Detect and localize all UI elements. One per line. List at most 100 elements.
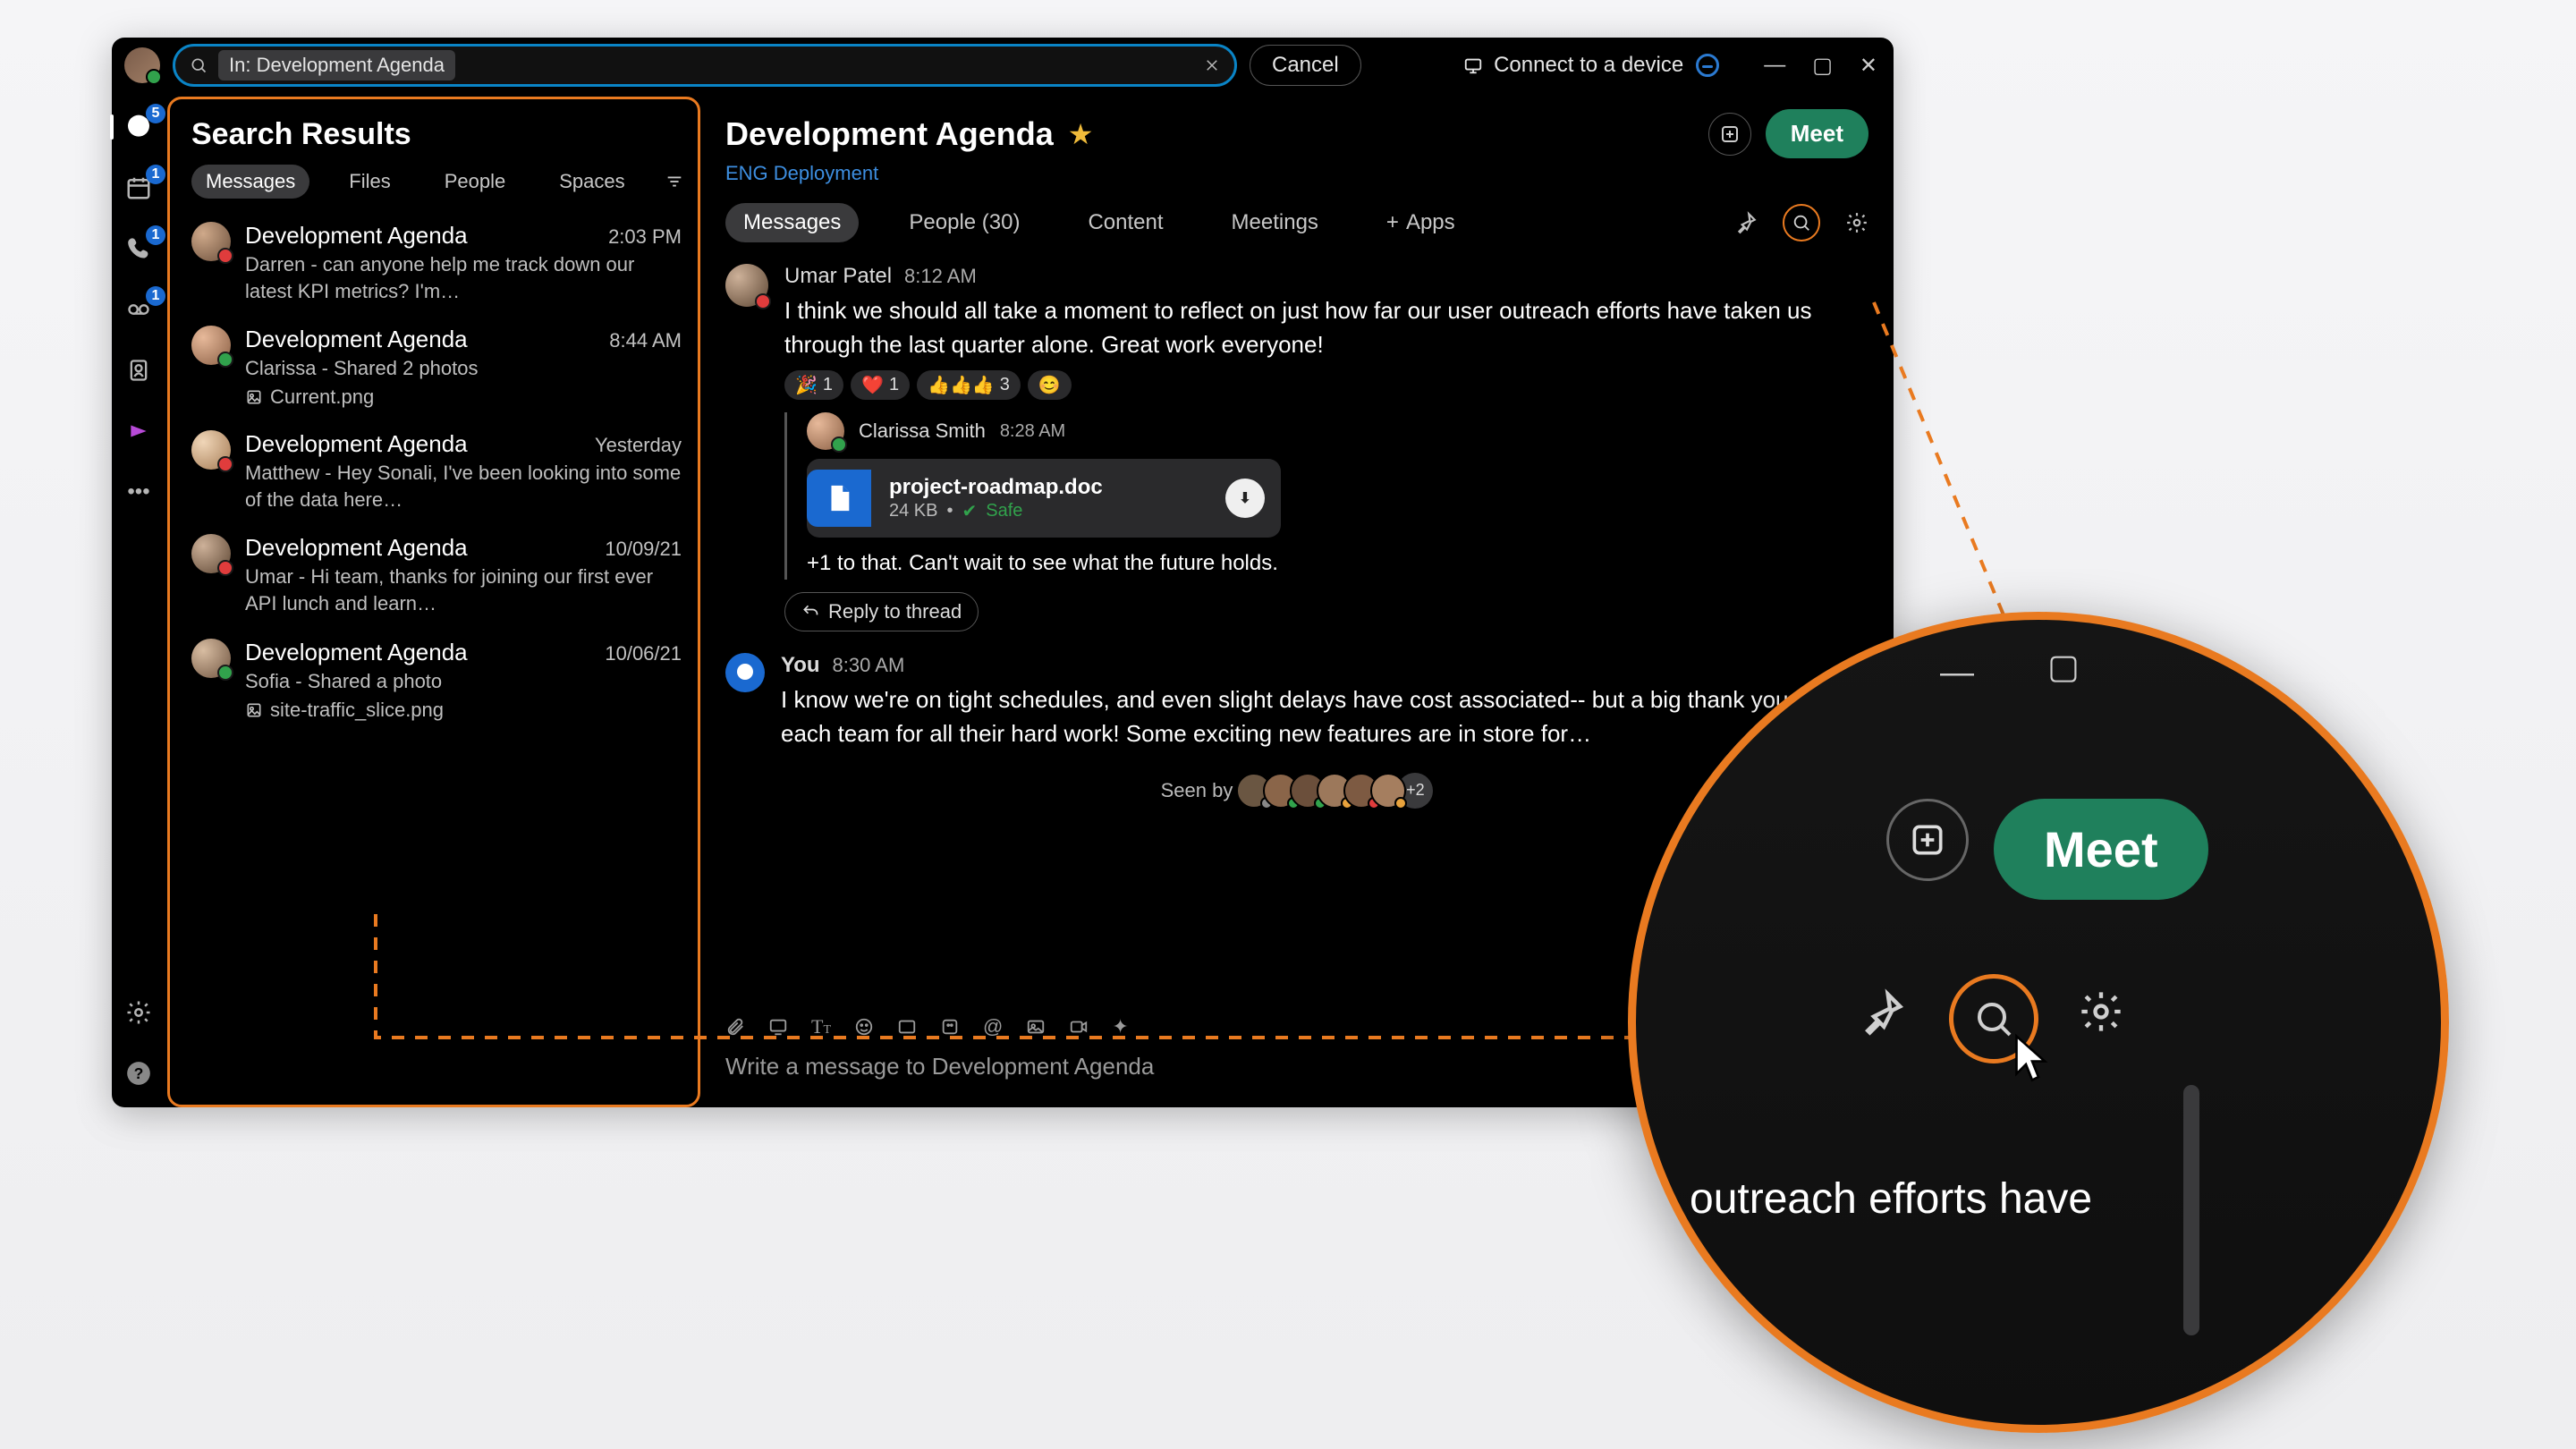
avatar xyxy=(191,222,231,261)
chat-tab-meetings[interactable]: Meetings xyxy=(1214,203,1336,242)
screen-icon[interactable] xyxy=(768,1017,788,1037)
add-reaction[interactable]: 😊 xyxy=(1028,370,1072,400)
message-author: You xyxy=(781,653,820,678)
search-result[interactable]: Development Agenda10/09/21 Umar - Hi tea… xyxy=(191,523,682,627)
search-result[interactable]: Development AgendaYesterday Matthew - He… xyxy=(191,419,682,523)
svg-text:?: ? xyxy=(134,1064,144,1082)
space-settings-icon[interactable] xyxy=(1845,211,1868,234)
pin-icon[interactable] xyxy=(1734,211,1758,234)
search-results-tabs: Messages Files People Spaces xyxy=(191,165,682,199)
zoom-snippet: outreach efforts have xyxy=(1690,1174,2092,1224)
chat-tab-content[interactable]: Content xyxy=(1070,203,1181,242)
tab-people[interactable]: People xyxy=(430,165,521,199)
global-search[interactable]: In: Development Agenda xyxy=(173,44,1237,87)
rail-calendar-badge: 1 xyxy=(146,165,165,184)
tab-files[interactable]: Files xyxy=(335,165,404,199)
minimize-icon[interactable]: — xyxy=(1764,53,1785,79)
reaction[interactable]: 👍👍👍3 xyxy=(917,370,1021,400)
clear-search-icon[interactable] xyxy=(1204,57,1220,73)
filter-icon[interactable] xyxy=(665,172,684,191)
attachment: site-traffic_slice.png xyxy=(245,699,682,722)
planet-icon[interactable] xyxy=(1696,54,1719,77)
chat-tab-apps[interactable]: +Apps xyxy=(1368,203,1473,242)
close-icon[interactable]: ✕ xyxy=(1860,53,1877,79)
search-result[interactable]: Development Agenda8:44 AM Clarissa - Sha… xyxy=(191,315,682,419)
meet-button[interactable]: Meet xyxy=(1994,799,2208,900)
rail-more[interactable]: ••• xyxy=(121,474,157,510)
avatar xyxy=(191,326,231,365)
avatar xyxy=(807,412,844,450)
connect-device[interactable]: Connect to a device xyxy=(1463,53,1683,78)
window-controls: — ▢ ✕ xyxy=(1764,53,1877,79)
shield-icon: ✔ xyxy=(962,500,978,522)
message-author: Umar Patel xyxy=(784,264,892,289)
avatar xyxy=(191,430,231,470)
cancel-search-button[interactable]: Cancel xyxy=(1250,45,1361,86)
rail-calendar[interactable]: 1 xyxy=(121,170,157,206)
gif-icon[interactable] xyxy=(897,1017,917,1037)
maximize-icon[interactable]: ▢ xyxy=(1812,53,1833,79)
space-search-icon[interactable] xyxy=(1783,204,1820,242)
self-avatar[interactable] xyxy=(124,47,160,83)
safe-label: Safe xyxy=(986,501,1022,521)
emoji-icon[interactable] xyxy=(854,1017,874,1037)
team-link[interactable]: ENG Deployment xyxy=(725,162,1868,185)
maximize-icon: ▢ xyxy=(2047,647,2080,687)
connect-device-label: Connect to a device xyxy=(1494,53,1683,78)
attach-icon[interactable] xyxy=(725,1017,745,1037)
titlebar: In: Development Agenda Cancel Connect to… xyxy=(112,38,1894,93)
thread-author: Clarissa Smith xyxy=(859,419,986,443)
reaction[interactable]: ❤️1 xyxy=(851,370,910,400)
space-settings-icon[interactable] xyxy=(2078,988,2124,1035)
sticker-icon[interactable] xyxy=(940,1017,960,1037)
video-icon[interactable] xyxy=(1069,1017,1089,1037)
search-icon xyxy=(190,56,208,74)
tab-spaces[interactable]: Spaces xyxy=(545,165,639,199)
avatar xyxy=(725,264,768,307)
rail-settings[interactable] xyxy=(121,995,157,1030)
add-button[interactable] xyxy=(1886,799,1969,881)
rail-calls-badge: 1 xyxy=(146,225,165,245)
rail-app[interactable] xyxy=(121,413,157,449)
cursor-icon xyxy=(2012,1033,2053,1083)
thread-body: +1 to that. Can't wait to see what the f… xyxy=(807,548,1868,580)
rail-chat[interactable]: 5 xyxy=(121,109,157,145)
left-rail: 5 1 1 1 ••• xyxy=(112,93,165,1107)
format-icon[interactable]: TT xyxy=(811,1015,831,1038)
reaction[interactable]: 🎉1 xyxy=(784,370,843,400)
image-icon[interactable] xyxy=(1026,1017,1046,1037)
thread-time: 8:28 AM xyxy=(1000,421,1065,442)
pin-icon[interactable] xyxy=(1858,988,1906,1037)
scrollbar[interactable] xyxy=(2183,1085,2199,1335)
message-time: 8:12 AM xyxy=(904,265,977,288)
body: 5 1 1 1 ••• xyxy=(112,93,1894,1107)
app-window: In: Development Agenda Cancel Connect to… xyxy=(112,38,1894,1107)
attachment: Current.png xyxy=(245,386,682,409)
chat-tab-people[interactable]: People (30) xyxy=(891,203,1038,242)
rail-voicemail[interactable]: 1 xyxy=(121,292,157,327)
avatar xyxy=(191,534,231,573)
search-results-panel: Search Results Messages Files People Spa… xyxy=(167,97,700,1107)
search-scope-chip: In: Development Agenda xyxy=(218,50,455,80)
file-attachment[interactable]: project-roadmap.doc 24 KB • ✔ Safe ⬇ xyxy=(807,459,1281,538)
reply-thread-button[interactable]: Reply to thread xyxy=(784,592,979,631)
search-result[interactable]: Development Agenda2:03 PM Darren - can a… xyxy=(191,211,682,315)
rail-help[interactable]: ? xyxy=(121,1055,157,1091)
mention-icon[interactable]: @ xyxy=(983,1015,1003,1038)
avatar xyxy=(191,639,231,678)
ai-icon[interactable]: ✦ xyxy=(1112,1015,1128,1038)
search-result[interactable]: Development Agenda10/06/21 Sofia - Share… xyxy=(191,628,682,733)
rail-contacts[interactable] xyxy=(121,352,157,388)
rail-calls[interactable]: 1 xyxy=(121,231,157,267)
favorite-star-icon[interactable]: ★ xyxy=(1068,117,1094,151)
tab-messages[interactable]: Messages xyxy=(191,165,309,199)
add-button[interactable] xyxy=(1708,113,1751,156)
file-icon xyxy=(807,470,871,527)
seen-avatar xyxy=(1370,773,1406,809)
file-name: project-roadmap.doc xyxy=(889,475,1208,500)
download-button[interactable]: ⬇ xyxy=(1225,479,1265,518)
meet-button[interactable]: Meet xyxy=(1766,109,1868,158)
message-time: 8:30 AM xyxy=(833,654,905,677)
chat-tab-messages[interactable]: Messages xyxy=(725,203,859,242)
rail-chat-badge: 5 xyxy=(146,104,165,123)
